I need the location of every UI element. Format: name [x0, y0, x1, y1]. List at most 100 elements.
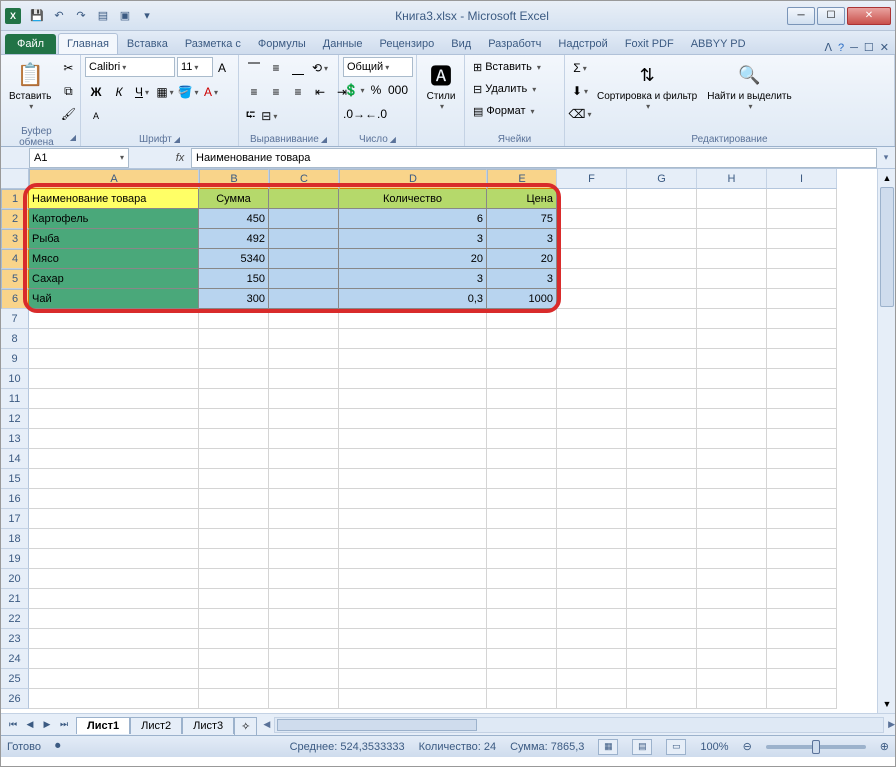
cell[interactable] [487, 489, 557, 509]
tab-addins[interactable]: Надстрой [550, 34, 615, 54]
cell[interactable] [627, 549, 697, 569]
cell[interactable] [627, 389, 697, 409]
cell[interactable]: 450 [199, 209, 269, 229]
macro-record-icon[interactable]: ⏺ [55, 740, 61, 753]
cell[interactable] [339, 689, 487, 709]
column-header[interactable]: E [487, 169, 557, 189]
clear-icon[interactable]: ⌫▾ [569, 103, 591, 125]
zoom-out-icon[interactable]: ⊖ [743, 740, 752, 753]
cell[interactable] [29, 669, 199, 689]
cell[interactable] [627, 329, 697, 349]
cell[interactable] [487, 349, 557, 369]
cell[interactable] [557, 409, 627, 429]
cell[interactable] [199, 429, 269, 449]
shrink-font-icon[interactable]: A [85, 105, 107, 127]
cell[interactable] [339, 389, 487, 409]
cell[interactable] [29, 689, 199, 709]
cell[interactable] [487, 389, 557, 409]
styles-button[interactable]: 🅰 Стили ▾ [421, 57, 461, 113]
cell[interactable] [339, 549, 487, 569]
cell[interactable] [627, 229, 697, 249]
cell[interactable] [487, 689, 557, 709]
cell[interactable] [199, 309, 269, 329]
minimize-ribbon-icon[interactable]: ᐱ [824, 41, 832, 54]
row-header[interactable]: 8 [1, 329, 29, 349]
cell[interactable] [627, 349, 697, 369]
cell[interactable] [199, 669, 269, 689]
cell[interactable] [627, 369, 697, 389]
cell[interactable] [697, 589, 767, 609]
cell[interactable] [199, 469, 269, 489]
number-format-select[interactable]: Общий▾ [343, 57, 413, 77]
cell[interactable] [269, 549, 339, 569]
cell[interactable]: 6 [339, 209, 487, 229]
cell[interactable] [269, 269, 339, 289]
cell[interactable] [199, 629, 269, 649]
cell[interactable] [697, 569, 767, 589]
cell[interactable] [627, 609, 697, 629]
cell[interactable] [697, 669, 767, 689]
cell[interactable] [339, 569, 487, 589]
sheet-tab-1[interactable]: Лист1 [76, 717, 130, 734]
cell[interactable] [199, 509, 269, 529]
cell[interactable] [627, 249, 697, 269]
cell[interactable] [29, 349, 199, 369]
cell[interactable] [269, 329, 339, 349]
scroll-thumb[interactable] [880, 187, 894, 307]
row-header[interactable]: 2 [1, 209, 29, 229]
cell[interactable] [697, 489, 767, 509]
row-header[interactable]: 13 [1, 429, 29, 449]
row-header[interactable]: 18 [1, 529, 29, 549]
cell[interactable]: Картофель [29, 209, 199, 229]
cell[interactable] [29, 609, 199, 629]
cell[interactable] [767, 389, 837, 409]
cell[interactable] [767, 409, 837, 429]
cell[interactable] [697, 349, 767, 369]
cell[interactable] [697, 289, 767, 309]
cell[interactable] [557, 229, 627, 249]
undo-icon[interactable]: ↶ [49, 6, 69, 26]
cell[interactable] [767, 269, 837, 289]
cell[interactable] [767, 329, 837, 349]
cell[interactable] [339, 649, 487, 669]
cells-area[interactable]: Наименование товараСуммаКоличествоЦенаКа… [29, 189, 837, 709]
cell[interactable] [697, 629, 767, 649]
orientation-icon[interactable]: ⟲▾ [309, 57, 331, 79]
cell[interactable] [29, 509, 199, 529]
italic-icon[interactable]: К [108, 81, 130, 103]
copy-icon[interactable]: ⧉ [57, 80, 79, 102]
cell[interactable] [697, 429, 767, 449]
cell[interactable] [339, 409, 487, 429]
cell[interactable] [269, 509, 339, 529]
cell[interactable] [199, 489, 269, 509]
wrap-text-icon[interactable]: ⮓ [243, 105, 258, 127]
font-size-select[interactable]: 11▾ [177, 57, 213, 77]
cell[interactable] [339, 469, 487, 489]
cell[interactable] [627, 509, 697, 529]
cell[interactable] [29, 329, 199, 349]
row-header[interactable]: 26 [1, 689, 29, 709]
row-header[interactable]: 21 [1, 589, 29, 609]
row-header[interactable]: 15 [1, 469, 29, 489]
cell[interactable] [767, 369, 837, 389]
cell[interactable] [627, 189, 697, 209]
cell[interactable] [627, 429, 697, 449]
help-icon[interactable]: ? [838, 42, 844, 54]
tab-abbyy[interactable]: ABBYY PD [683, 34, 754, 54]
cell[interactable] [557, 329, 627, 349]
cell[interactable] [269, 489, 339, 509]
cell[interactable] [767, 669, 837, 689]
tab-view[interactable]: Вид [443, 34, 479, 54]
cell[interactable] [199, 609, 269, 629]
maximize-button[interactable]: ☐ [817, 7, 845, 25]
cell[interactable]: 5340 [199, 249, 269, 269]
sort-filter-button[interactable]: ⇅ Сортировка и фильтр ▾ [593, 57, 701, 113]
cell[interactable] [697, 249, 767, 269]
fill-icon[interactable]: ⬇▾ [569, 80, 591, 102]
cell[interactable] [269, 289, 339, 309]
cell[interactable] [269, 629, 339, 649]
cell[interactable] [29, 389, 199, 409]
cell[interactable] [29, 549, 199, 569]
cell[interactable] [487, 569, 557, 589]
cell[interactable] [487, 629, 557, 649]
